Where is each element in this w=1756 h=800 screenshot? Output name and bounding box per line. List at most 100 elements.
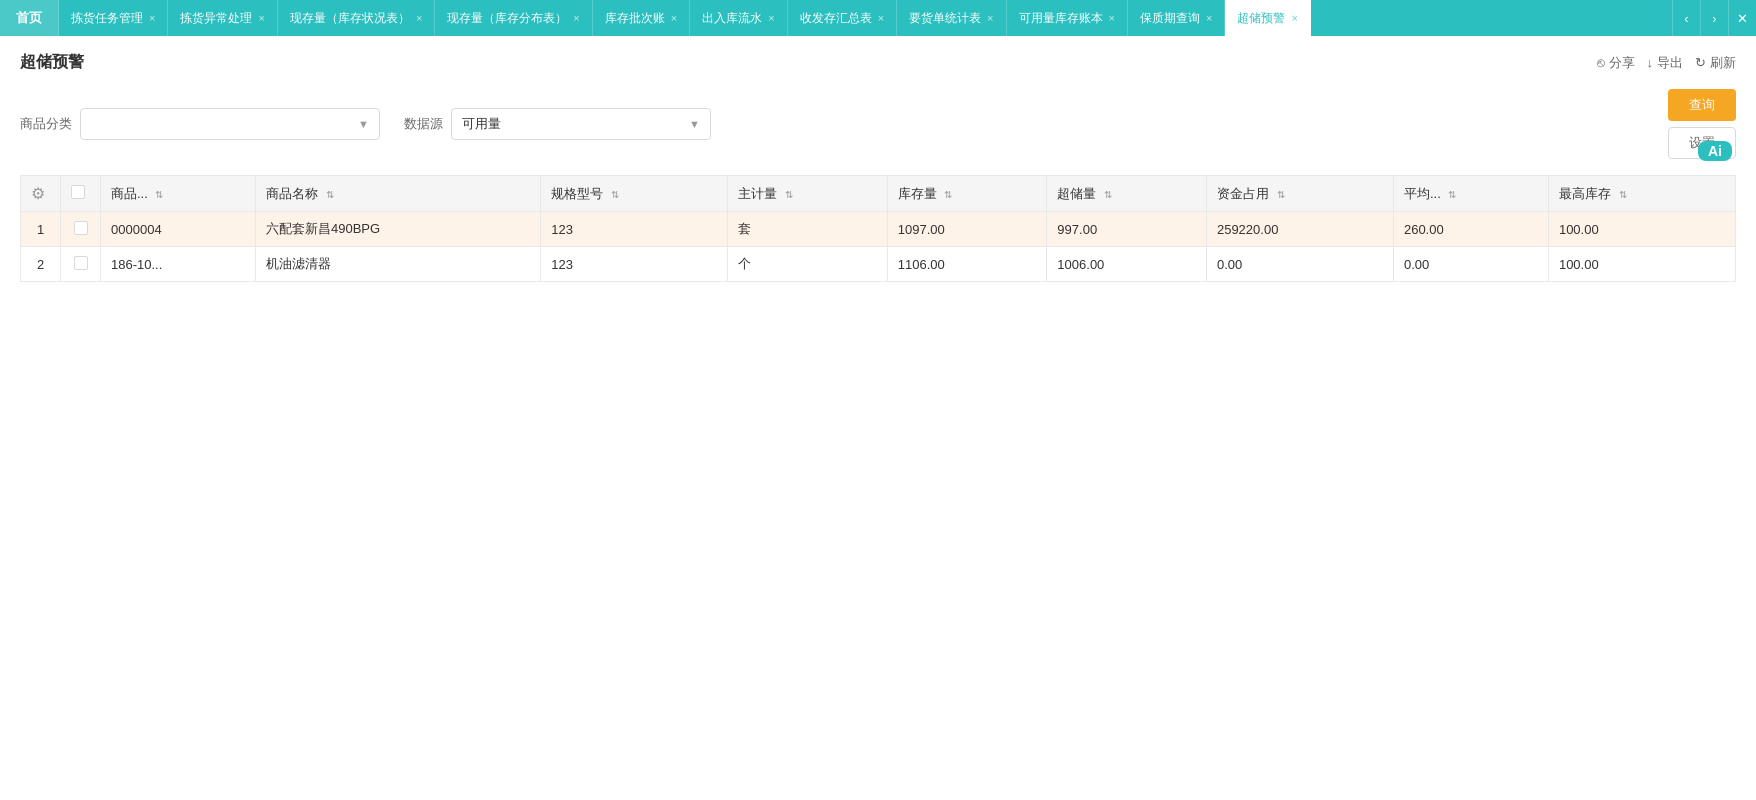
tab-close-icon[interactable]: × xyxy=(987,12,993,24)
page-title: 超储预警 xyxy=(20,52,84,73)
nav-tab-6[interactable]: 收发存汇总表 × xyxy=(788,0,897,36)
header-actions: ⎋ 分享 ↓ 导出 ↻ 刷新 xyxy=(1597,54,1737,72)
nav-tab-10[interactable]: 超储预警× xyxy=(1225,0,1310,36)
row-max-stock: 100.00 xyxy=(1548,212,1735,247)
settings-gear-icon[interactable]: ⚙ xyxy=(31,185,45,202)
export-icon: ↓ xyxy=(1647,55,1654,70)
row-unit: 个 xyxy=(728,247,888,282)
header-checkbox[interactable] xyxy=(71,185,85,199)
sort-icon-code: ⇅ xyxy=(155,189,163,200)
tab-close-icon[interactable]: × xyxy=(258,12,264,24)
tab-close-icon[interactable]: × xyxy=(1206,12,1212,24)
nav-tab-3[interactable]: 现存量（库存分布表） × xyxy=(435,0,592,36)
filter-datasource: 数据源 可用量 ▼ xyxy=(404,108,711,140)
tab-close-icon[interactable]: × xyxy=(573,12,579,24)
row-index: 1 xyxy=(21,212,61,247)
tab-label: 出入库流水 xyxy=(702,10,762,27)
table-row: 2 186-10... 机油滤清器 123 个 1106.00 1006.00 … xyxy=(21,247,1736,282)
row-unit: 套 xyxy=(728,212,888,247)
row-product-code: 0000004 xyxy=(101,212,256,247)
sort-icon-stock: ⇅ xyxy=(944,189,952,200)
row-capital: 259220.00 xyxy=(1206,212,1393,247)
tab-label: 收发存汇总表 xyxy=(800,10,872,27)
refresh-label: 刷新 xyxy=(1710,54,1736,72)
datasource-value: 可用量 xyxy=(462,115,501,133)
category-chevron-icon: ▼ xyxy=(358,118,369,130)
tab-close-icon[interactable]: × xyxy=(878,12,884,24)
export-label: 导出 xyxy=(1657,54,1683,72)
tab-label: 库存批次账 xyxy=(605,10,665,27)
nav-tab-1[interactable]: 拣货异常处理 × xyxy=(168,0,277,36)
col-avg[interactable]: 平均... ⇅ xyxy=(1393,176,1548,212)
tab-label: 现存量（库存状况表） xyxy=(290,10,410,27)
table-header-row: ⚙ 商品... ⇅ 商品名称 ⇅ 规格型号 ⇅ 主计量 ⇅ 库存量 ⇅ 超储量 … xyxy=(21,176,1736,212)
sort-icon-name: ⇅ xyxy=(326,189,334,200)
sort-icon-avg: ⇅ xyxy=(1448,189,1456,200)
filter-category: 商品分类 ▼ xyxy=(20,108,380,140)
nav-tab-0[interactable]: 拣货任务管理 × xyxy=(59,0,168,36)
tab-close-icon[interactable]: × xyxy=(671,12,677,24)
tab-label: 保质期查询 xyxy=(1140,10,1200,27)
row-index: 2 xyxy=(21,247,61,282)
tab-close-icon[interactable]: × xyxy=(149,12,155,24)
datasource-chevron-icon: ▼ xyxy=(689,118,700,130)
nav-tab-9[interactable]: 保质期查询 × xyxy=(1128,0,1225,36)
row-stock: 1106.00 xyxy=(887,247,1047,282)
ai-badge[interactable]: Ai xyxy=(1698,141,1732,161)
row-product-code: 186-10... xyxy=(101,247,256,282)
col-checkbox-header xyxy=(61,176,101,212)
col-settings[interactable]: ⚙ xyxy=(21,176,61,212)
tab-label: 要货单统计表 xyxy=(909,10,981,27)
col-capital[interactable]: 资金占用 ⇅ xyxy=(1206,176,1393,212)
export-button[interactable]: ↓ 导出 xyxy=(1647,54,1684,72)
row-checkbox[interactable] xyxy=(74,256,88,270)
category-select[interactable]: ▼ xyxy=(80,108,380,140)
col-stock[interactable]: 库存量 ⇅ xyxy=(887,176,1047,212)
sort-icon-maxstock: ⇅ xyxy=(1619,189,1627,200)
row-checkbox[interactable] xyxy=(74,221,88,235)
row-capital: 0.00 xyxy=(1206,247,1393,282)
tab-close-icon[interactable]: × xyxy=(1291,12,1297,24)
row-overstock: 1006.00 xyxy=(1047,247,1207,282)
row-max-stock: 100.00 xyxy=(1548,247,1735,282)
tab-close-icon[interactable]: × xyxy=(1109,12,1115,24)
nav-tab-5[interactable]: 出入库流水 × xyxy=(690,0,787,36)
col-product-name[interactable]: 商品名称 ⇅ xyxy=(255,176,540,212)
nav-home[interactable]: 首页 xyxy=(0,0,59,36)
nav-arrow-close[interactable]: ✕ xyxy=(1728,0,1756,36)
row-spec: 123 xyxy=(541,212,728,247)
tab-close-icon[interactable]: × xyxy=(768,12,774,24)
col-unit[interactable]: 主计量 ⇅ xyxy=(728,176,888,212)
share-button[interactable]: ⎋ 分享 xyxy=(1597,54,1635,72)
share-icon: ⎋ xyxy=(1597,55,1605,70)
sort-icon-capital: ⇅ xyxy=(1277,189,1285,200)
col-overstock[interactable]: 超储量 ⇅ xyxy=(1047,176,1207,212)
tab-close-icon[interactable]: × xyxy=(416,12,422,24)
col-max-stock[interactable]: 最高库存 ⇅ xyxy=(1548,176,1735,212)
top-nav: 首页 拣货任务管理×拣货异常处理×现存量（库存状况表）×现存量（库存分布表）×库… xyxy=(0,0,1756,36)
nav-arrow-right[interactable]: › xyxy=(1700,0,1728,36)
row-overstock: 997.00 xyxy=(1047,212,1207,247)
nav-tab-8[interactable]: 可用量库存账本 × xyxy=(1007,0,1128,36)
category-label: 商品分类 xyxy=(20,115,72,133)
nav-tab-4[interactable]: 库存批次账 × xyxy=(593,0,690,36)
nav-arrow-left[interactable]: ‹ xyxy=(1672,0,1700,36)
col-product-code[interactable]: 商品... ⇅ xyxy=(101,176,256,212)
query-button[interactable]: 查询 xyxy=(1668,89,1736,121)
home-label: 首页 xyxy=(16,9,42,27)
datasource-select[interactable]: 可用量 ▼ xyxy=(451,108,711,140)
tab-label: 现存量（库存分布表） xyxy=(447,10,567,27)
refresh-icon: ↻ xyxy=(1695,55,1706,70)
page-content: 超储预警 ⎋ 分享 ↓ 导出 ↻ 刷新 商品分类 xyxy=(0,36,1756,298)
row-product-name: 六配套新昌490BPG xyxy=(255,212,540,247)
data-table: ⚙ 商品... ⇅ 商品名称 ⇅ 规格型号 ⇅ 主计量 ⇅ 库存量 ⇅ 超储量 … xyxy=(20,175,1736,282)
tab-label: 拣货任务管理 xyxy=(71,10,143,27)
sort-icon-unit: ⇅ xyxy=(785,189,793,200)
nav-tab-7[interactable]: 要货单统计表 × xyxy=(897,0,1006,36)
col-spec[interactable]: 规格型号 ⇅ xyxy=(541,176,728,212)
tab-label: 可用量库存账本 xyxy=(1019,10,1103,27)
tab-label: 拣货异常处理 xyxy=(180,10,252,27)
nav-tab-2[interactable]: 现存量（库存状况表） × xyxy=(278,0,435,36)
refresh-button[interactable]: ↻ 刷新 xyxy=(1695,54,1736,72)
row-product-name: 机油滤清器 xyxy=(255,247,540,282)
